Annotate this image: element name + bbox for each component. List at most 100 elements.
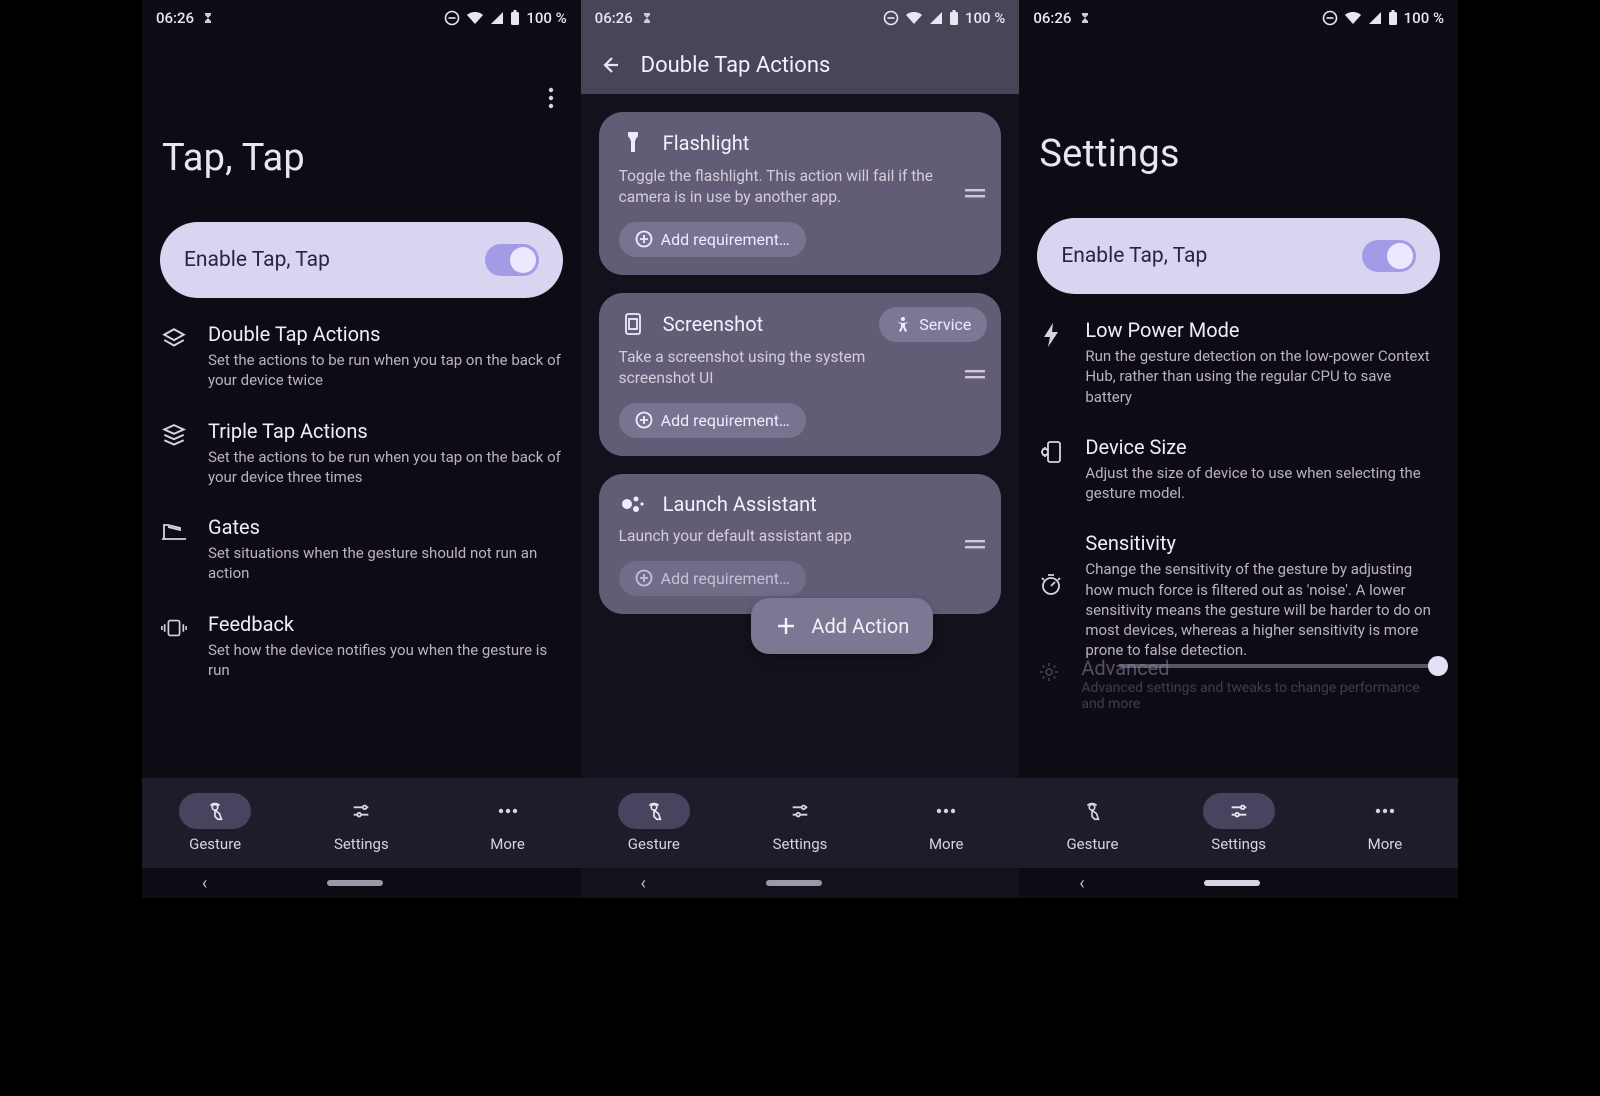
system-nav: ‹ [581,868,1020,898]
back-button[interactable]: ‹ [202,873,207,894]
add-requirement-chip[interactable]: Add requirement… [619,222,806,257]
action-title: Screenshot [663,312,763,336]
plus-circle-icon [635,411,653,429]
service-chip[interactable]: Service [879,307,987,342]
status-battery: 100 % [1404,9,1444,27]
system-nav: ‹ [1019,868,1458,898]
add-requirement-chip[interactable]: Add requirement… [619,561,806,596]
home-handle[interactable] [1204,880,1260,886]
app-bar: Double Tap Actions [581,36,1020,94]
back-button[interactable] [597,53,621,77]
nav-label: Settings [1211,835,1266,853]
action-title: Flashlight [663,131,750,155]
home-handle[interactable] [766,880,822,886]
touch-icon [1081,800,1103,822]
drag-handle-icon[interactable] [965,187,985,199]
back-button[interactable]: ‹ [1079,873,1084,894]
action-desc: Launch your default assistant app [619,526,982,547]
signal-icon [490,11,504,25]
drag-handle-icon[interactable] [965,538,985,550]
setting-title: Triple Tap Actions [208,419,563,443]
chip-label: Add requirement… [661,230,790,249]
setting-gates[interactable]: Gates Set situations when the gesture sh… [160,515,563,584]
nav-label: Gesture [1066,835,1118,853]
page-title: Tap, Tap [142,36,581,204]
layers-icon [160,322,188,352]
setting-device-size[interactable]: Device Size Adjust the size of device to… [1037,435,1440,504]
drag-handle-icon[interactable] [965,368,985,380]
setting-title: Gates [208,515,563,539]
wifi-icon [466,11,484,25]
status-time: 06:26 [595,9,633,27]
action-card-assistant[interactable]: Launch Assistant Launch your default ass… [599,474,1002,614]
status-battery: 100 % [965,9,1005,27]
dnd-icon [444,10,460,26]
setting-desc: Set the actions to be run when you tap o… [208,350,563,391]
setting-low-power[interactable]: Low Power Mode Run the gesture detection… [1037,318,1440,407]
nav-settings[interactable]: Settings [740,793,860,853]
sensitivity-slider[interactable] [1119,664,1440,668]
add-action-fab[interactable]: Add Action [751,598,933,654]
signal-icon [1368,11,1382,25]
battery-icon [510,10,520,26]
home-handle[interactable] [327,880,383,886]
dnd-icon [1322,10,1338,26]
setting-desc: Advanced settings and tweaks to change p… [1081,680,1440,712]
status-battery: 100 % [526,9,566,27]
notification-icon [202,11,214,25]
enable-toggle-label: Enable Tap, Tap [184,248,330,272]
screen-settings: 06:26 100 % Settings Enable Tap, Tap [1019,0,1458,898]
setting-title: Sensitivity [1085,531,1440,555]
action-desc: Take a screenshot using the system scree… [619,347,982,389]
setting-title: Double Tap Actions [208,322,563,346]
add-requirement-chip[interactable]: Add requirement… [619,403,806,438]
bottom-nav: Gesture Settings More [1019,778,1458,868]
phone-gear-icon [1037,435,1065,465]
enable-toggle-card[interactable]: Enable Tap, Tap [1037,218,1440,294]
sliders-icon [350,800,372,822]
fab-label: Add Action [811,614,909,638]
action-card-screenshot[interactable]: Service Screenshot Take a screenshot usi… [599,293,1002,456]
status-bar: 06:26 100 % [142,0,581,36]
nav-more[interactable]: More [886,793,1006,853]
enable-toggle-switch[interactable] [1362,240,1416,272]
setting-desc: Set how the device notifies you when the… [208,640,563,681]
accessibility-icon [895,316,911,332]
nav-gesture[interactable]: Gesture [1032,793,1152,853]
action-card-flashlight[interactable]: Flashlight Toggle the flashlight. This a… [599,112,1002,275]
overflow-menu-button[interactable] [531,78,571,118]
touch-icon [204,800,226,822]
status-bar: 06:26 100 % [581,0,1020,36]
nav-label: More [1368,835,1403,853]
notification-icon [641,11,653,25]
enable-toggle-label: Enable Tap, Tap [1061,244,1207,268]
enable-toggle-card[interactable]: Enable Tap, Tap [160,222,563,298]
more-icon [497,807,519,815]
more-icon [935,807,957,815]
nav-gesture[interactable]: Gesture [155,793,275,853]
action-desc: Toggle the flashlight. This action will … [619,166,982,208]
setting-sensitivity[interactable]: Sensitivity Change the sensitivity of th… [1037,531,1440,660]
setting-triple-tap[interactable]: Triple Tap Actions Set the actions to be… [160,419,563,488]
screenshot-icon [619,311,647,337]
setting-double-tap[interactable]: Double Tap Actions Set the actions to be… [160,322,563,391]
enable-toggle-switch[interactable] [485,244,539,276]
setting-title: Feedback [208,612,563,636]
assistant-icon [619,494,647,514]
nav-settings[interactable]: Settings [301,793,421,853]
nav-more[interactable]: More [448,793,568,853]
screen-double-tap-actions: 06:26 100 % Double Tap Actions Flashlig [581,0,1020,898]
setting-desc: Run the gesture detection on the low-pow… [1085,346,1440,407]
nav-gesture[interactable]: Gesture [594,793,714,853]
setting-feedback[interactable]: Feedback Set how the device notifies you… [160,612,563,681]
back-button[interactable]: ‹ [641,873,646,894]
sliders-icon [789,800,811,822]
nav-label: More [929,835,964,853]
bottom-nav: Gesture Settings More [142,778,581,868]
nav-more[interactable]: More [1325,793,1445,853]
system-nav: ‹ [142,868,581,898]
chip-label: Add requirement… [661,411,790,430]
plus-circle-icon [635,569,653,587]
vibrate-icon [160,612,188,640]
nav-settings[interactable]: Settings [1179,793,1299,853]
